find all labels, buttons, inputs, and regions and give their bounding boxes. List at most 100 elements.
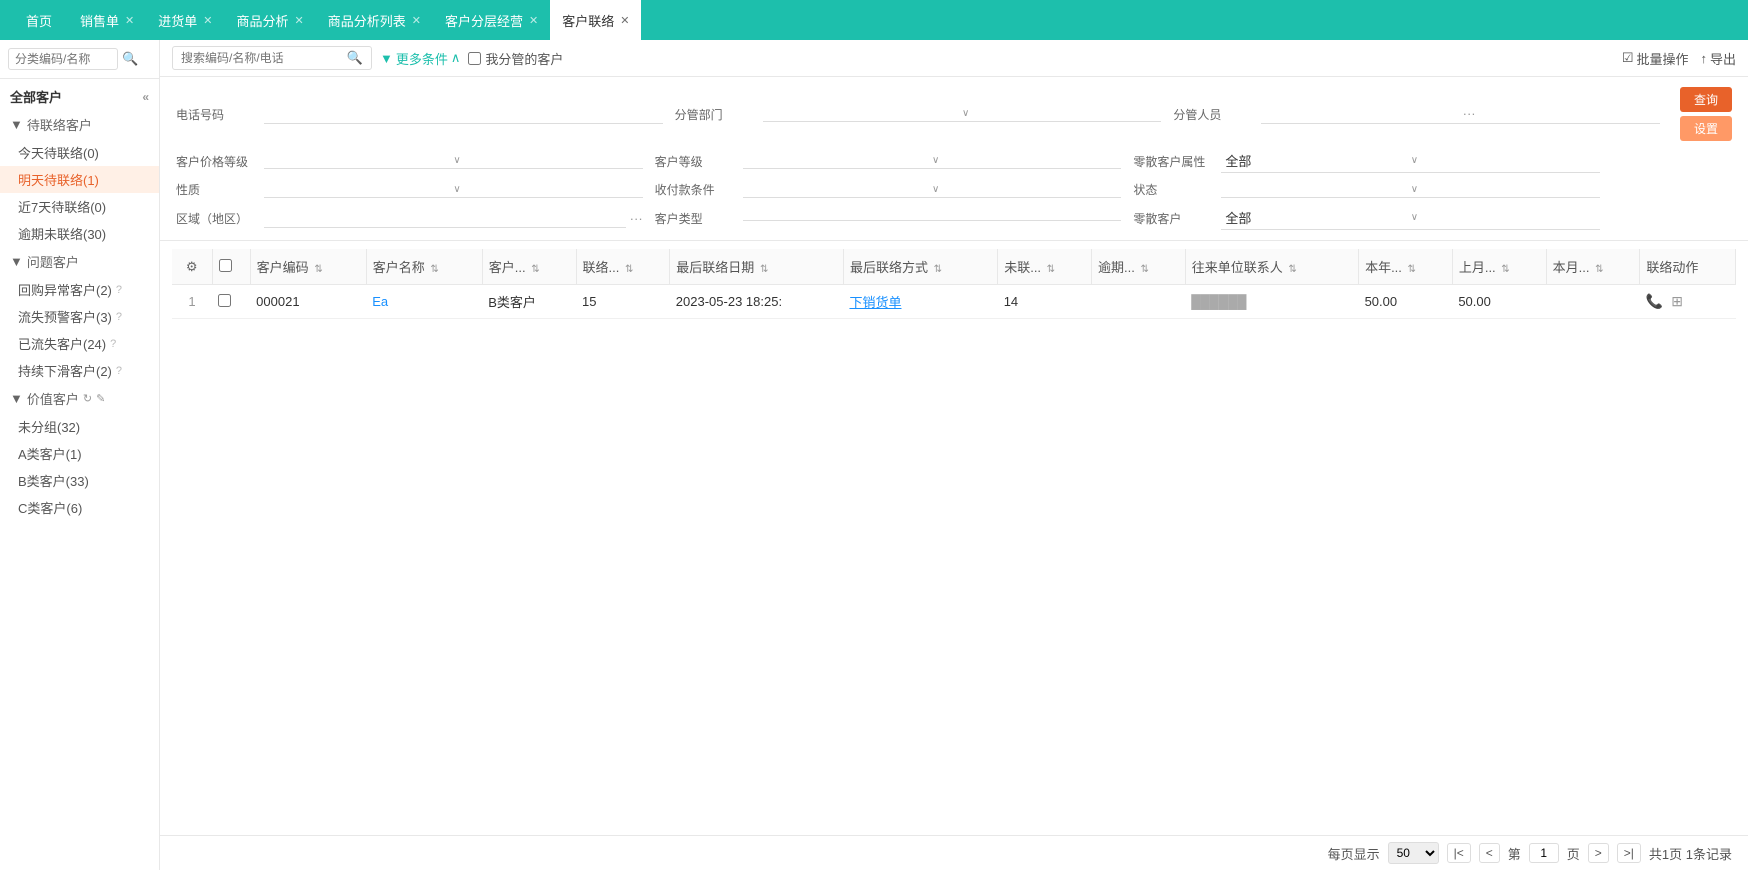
filter-dept-select[interactable]: ∨ — [763, 106, 1162, 122]
nav-customer-segmentation-close[interactable]: ✕ — [529, 14, 538, 27]
col-this-year-header[interactable]: 本年... ⇅ — [1359, 249, 1453, 285]
row-name[interactable]: Ea — [366, 285, 482, 319]
filter-customer-level-select[interactable]: ∨ — [743, 153, 1122, 169]
nav-sales[interactable]: 销售单 ✕ — [68, 0, 146, 40]
sidebar-item-7days[interactable]: 近7天待联络(0) — [0, 193, 159, 220]
col-settings-icon[interactable]: ⚙ — [186, 259, 198, 274]
nav-product-analysis-close[interactable]: ✕ — [295, 14, 304, 27]
filter-payment-select[interactable]: ∨ — [743, 182, 1122, 198]
col-settings-header[interactable]: ⚙ — [172, 249, 212, 285]
nav-product-analysis-list-close[interactable]: ✕ — [412, 14, 421, 27]
settings-button[interactable]: 设置 — [1680, 116, 1732, 141]
search-input[interactable] — [181, 51, 343, 65]
churned-help-icon[interactable]: ? — [110, 338, 116, 350]
col-unit-contact-header[interactable]: 往来单位联系人 ⇅ — [1185, 249, 1358, 285]
col-type-sort: ⇅ — [531, 264, 539, 275]
row-last-contact-method[interactable]: 下销货单 — [843, 285, 997, 319]
tomorrow-label: 明天待联络(1) — [18, 170, 99, 189]
value-edit-icon[interactable]: ✎ — [96, 392, 105, 405]
value-refresh-icon[interactable]: ↻ — [83, 392, 92, 405]
sidebar-group-value[interactable]: ▼ 价值客户 ↻ ✎ — [0, 384, 159, 413]
action-phone-icon[interactable]: 📞 — [1646, 293, 1663, 310]
my-customers-checkbox[interactable] — [468, 52, 481, 65]
sidebar-search-icon[interactable]: 🔍 — [122, 51, 138, 67]
col-contact-sort: ⇅ — [625, 264, 633, 275]
nav-customer-contact[interactable]: 客户联络 ✕ — [550, 0, 641, 40]
filter-status-select[interactable]: ∨ — [1221, 182, 1600, 198]
filter-person-dots[interactable]: ··· — [1463, 106, 1656, 121]
my-customers-check[interactable]: 我分管的客户 — [468, 49, 563, 68]
sidebar-search-input[interactable] — [8, 48, 118, 70]
col-contact-header[interactable]: 联络... ⇅ — [576, 249, 670, 285]
batch-op-btn[interactable]: ☑ 批量操作 — [1622, 49, 1689, 68]
sidebar-item-abnormal[interactable]: 回购异常客户(2) ? — [0, 276, 159, 303]
filter-person: 分管人员 ··· — [1173, 104, 1660, 124]
filter-status-arrow: ∨ — [1411, 184, 1596, 195]
first-page-btn[interactable]: |< — [1447, 843, 1471, 863]
col-checkbox-header[interactable] — [212, 249, 250, 285]
sidebar-item-declining[interactable]: 持续下滑客户(2) ? — [0, 357, 159, 384]
filter-person-select[interactable]: ··· — [1261, 104, 1660, 124]
nav-product-analysis[interactable]: 商品分析 ✕ — [224, 0, 315, 40]
table-header-row: ⚙ 客户编码 ⇅ 客户名称 ⇅ — [172, 249, 1736, 285]
col-type-header[interactable]: 客户... ⇅ — [482, 249, 576, 285]
declining-help-icon[interactable]: ? — [116, 365, 122, 377]
sidebar-item-tomorrow[interactable]: 明天待联络(1) — [0, 166, 159, 193]
col-uncontacted-header[interactable]: 未联... ⇅ — [998, 249, 1092, 285]
abnormal-help-icon[interactable]: ? — [116, 284, 122, 296]
sidebar-item-b-class[interactable]: B类客户(33) — [0, 467, 159, 494]
nav-purchase-close[interactable]: ✕ — [203, 14, 212, 27]
col-last-month-header[interactable]: 上月... ⇅ — [1452, 249, 1546, 285]
select-all-checkbox[interactable] — [219, 259, 232, 272]
nav-purchase[interactable]: 进货单 ✕ — [146, 0, 224, 40]
prev-page-btn[interactable]: < — [1479, 843, 1500, 863]
sidebar-item-ungrouped[interactable]: 未分组(32) — [0, 413, 159, 440]
nav-sales-close[interactable]: ✕ — [125, 14, 134, 27]
col-name-header[interactable]: 客户名称 ⇅ — [366, 249, 482, 285]
filter-row-3: 性质 ∨ 收付款条件 ∨ 状态 — [176, 181, 1732, 198]
filter-nature-select[interactable]: ∨ — [264, 182, 643, 198]
more-filters-btn[interactable]: ▼ 更多条件 ∧ — [380, 49, 460, 68]
churn-warning-help-icon[interactable]: ? — [116, 311, 122, 323]
filter-region-input[interactable] — [264, 209, 626, 228]
nav-product-analysis-list[interactable]: 商品分析列表 ✕ — [316, 0, 433, 40]
filter-region-dots[interactable]: ··· — [630, 211, 643, 226]
filter-retail-arrow: ∨ — [1411, 212, 1596, 223]
sidebar-group-problem[interactable]: ▼ 问题客户 — [0, 247, 159, 276]
sidebar-item-overdue[interactable]: 逾期未联络(30) — [0, 220, 159, 247]
nav-customer-segmentation[interactable]: 客户分层经营 ✕ — [433, 0, 550, 40]
filter-price-level-select[interactable]: ∨ — [264, 153, 643, 169]
action-more-icon[interactable]: ⊞ — [1671, 293, 1683, 310]
col-this-month-header[interactable]: 本月... ⇅ — [1546, 249, 1640, 285]
page-input[interactable] — [1529, 843, 1559, 863]
col-last-contact-method-header[interactable]: 最后联络方式 ⇅ — [843, 249, 997, 285]
filter-retail-attr-select[interactable]: 全部 ∨ — [1221, 149, 1600, 173]
sidebar-all-customers[interactable]: 全部客户 « — [0, 79, 159, 110]
sidebar-item-today[interactable]: 今天待联络(0) — [0, 139, 159, 166]
col-last-contact-date-header[interactable]: 最后联络日期 ⇅ — [670, 249, 844, 285]
sidebar-collapse-icon[interactable]: « — [142, 90, 149, 104]
sidebar-group-pending[interactable]: ▼ 待联络客户 — [0, 110, 159, 139]
sidebar-item-c-class[interactable]: C类客户(6) — [0, 494, 159, 521]
filter-customer-type-select[interactable] — [743, 216, 1122, 221]
filter-icon: ▼ — [380, 51, 393, 66]
sidebar-item-churned[interactable]: 已流失客户(24) ? — [0, 330, 159, 357]
filter-retail-select[interactable]: 全部 ∨ — [1221, 206, 1600, 230]
filter-retail-attr-arrow: ∨ — [1411, 155, 1596, 166]
nav-customer-contact-close[interactable]: ✕ — [620, 14, 629, 27]
abnormal-label: 回购异常客户(2) — [18, 280, 112, 299]
export-btn[interactable]: ↑ 导出 — [1700, 49, 1736, 68]
filter-phone-input[interactable] — [264, 105, 663, 124]
per-page-select[interactable]: 50 100 200 — [1388, 842, 1439, 864]
row-actions: 📞 ⊞ — [1640, 285, 1736, 319]
row-checkbox[interactable] — [212, 285, 250, 319]
sidebar-item-churn-warning[interactable]: 流失预警客户(3) ? — [0, 303, 159, 330]
col-overdue-header[interactable]: 逾期... ⇅ — [1091, 249, 1185, 285]
nav-home[interactable]: 首页 — [10, 0, 68, 40]
sidebar-item-a-class[interactable]: A类客户(1) — [0, 440, 159, 467]
next-page-btn[interactable]: > — [1588, 843, 1609, 863]
query-button[interactable]: 查询 — [1680, 87, 1732, 112]
col-code-header[interactable]: 客户编码 ⇅ — [250, 249, 366, 285]
last-page-btn[interactable]: >| — [1617, 843, 1641, 863]
search-icon[interactable]: 🔍 — [347, 50, 363, 66]
